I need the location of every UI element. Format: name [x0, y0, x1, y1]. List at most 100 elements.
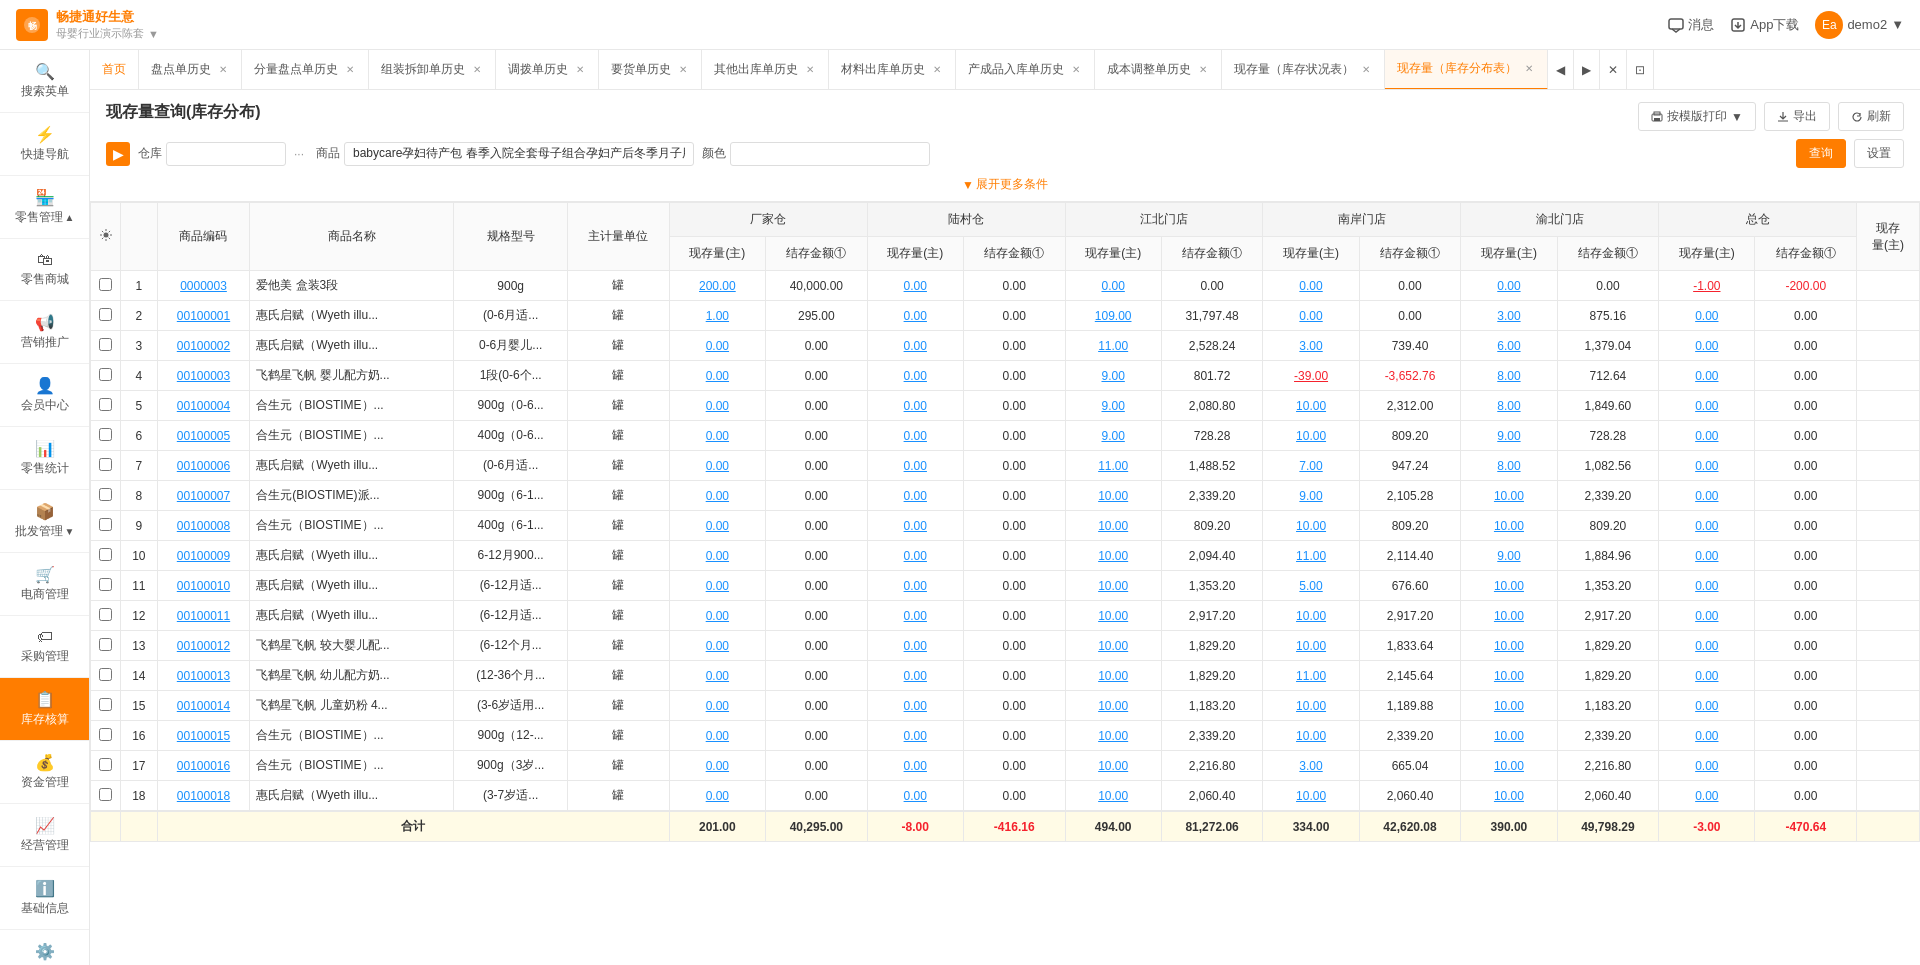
- cell-na-qty[interactable]: 11.00: [1263, 661, 1359, 691]
- cell-lc-qty[interactable]: 0.00: [867, 301, 963, 331]
- cell-checkbox[interactable]: [91, 541, 121, 571]
- cell-lc-qty[interactable]: 0.00: [867, 781, 963, 812]
- cell-na-qty[interactable]: 3.00: [1263, 751, 1359, 781]
- cell-zc-qty[interactable]: 0.00: [1659, 661, 1755, 691]
- cell-na-qty[interactable]: 10.00: [1263, 631, 1359, 661]
- cell-fj-qty[interactable]: 200.00: [669, 271, 765, 301]
- cell-lc-qty[interactable]: 0.00: [867, 601, 963, 631]
- cell-jb-qty[interactable]: 10.00: [1065, 781, 1161, 812]
- cell-yb-qty[interactable]: 8.00: [1461, 391, 1557, 421]
- cell-fj-qty[interactable]: 0.00: [669, 691, 765, 721]
- cell-yb-qty[interactable]: 9.00: [1461, 421, 1557, 451]
- message-btn[interactable]: 消息: [1668, 16, 1714, 34]
- cell-code[interactable]: 00100002: [157, 331, 250, 361]
- cell-fj-qty[interactable]: 0.00: [669, 391, 765, 421]
- cell-checkbox[interactable]: [91, 601, 121, 631]
- cell-lc-qty[interactable]: 0.00: [867, 751, 963, 781]
- tab-material-out-history[interactable]: 材料出库单历史 ✕: [829, 50, 956, 90]
- row-checkbox[interactable]: [99, 578, 112, 591]
- cell-na-qty[interactable]: 10.00: [1263, 691, 1359, 721]
- sidebar-item-finance[interactable]: 💰 资金管理: [0, 741, 89, 804]
- tab-stock-dist[interactable]: 现存量（库存分布表） ✕: [1385, 50, 1548, 90]
- cell-zc-qty[interactable]: 0.00: [1659, 691, 1755, 721]
- cell-jb-qty[interactable]: 9.00: [1065, 361, 1161, 391]
- tab-close-stock-status[interactable]: ✕: [1360, 62, 1372, 77]
- sidebar-item-member[interactable]: 👤 会员中心: [0, 364, 89, 427]
- filter-expand-icon[interactable]: ▶: [106, 142, 130, 166]
- cell-code[interactable]: 00100008: [157, 511, 250, 541]
- cell-code[interactable]: 00100001: [157, 301, 250, 331]
- tab-close-assemble[interactable]: ✕: [471, 62, 483, 77]
- row-checkbox[interactable]: [99, 338, 112, 351]
- export-btn[interactable]: 导出: [1764, 102, 1830, 131]
- sidebar-item-retail-mall[interactable]: 🛍 零售商城: [0, 239, 89, 301]
- cell-code[interactable]: 00100011: [157, 601, 250, 631]
- cell-na-qty[interactable]: 10.00: [1263, 421, 1359, 451]
- cell-zc-qty[interactable]: 0.00: [1659, 511, 1755, 541]
- row-checkbox[interactable]: [99, 278, 112, 291]
- cell-na-qty[interactable]: 9.00: [1263, 481, 1359, 511]
- cell-code[interactable]: 00100009: [157, 541, 250, 571]
- tab-close-product-in[interactable]: ✕: [1070, 62, 1082, 77]
- tab-stock-status[interactable]: 现存量（库存状况表） ✕: [1222, 50, 1385, 90]
- tab-requisition-history[interactable]: 要货单历史 ✕: [599, 50, 702, 90]
- cell-checkbox[interactable]: [91, 271, 121, 301]
- user-menu[interactable]: Ea demo2 ▼: [1815, 11, 1904, 39]
- cell-yb-qty[interactable]: 10.00: [1461, 511, 1557, 541]
- row-checkbox[interactable]: [99, 398, 112, 411]
- cell-na-qty[interactable]: 10.00: [1263, 511, 1359, 541]
- cell-jb-qty[interactable]: 11.00: [1065, 451, 1161, 481]
- cell-fj-qty[interactable]: 0.00: [669, 481, 765, 511]
- app-download-btn[interactable]: App下载: [1730, 16, 1799, 34]
- cell-jb-qty[interactable]: 109.00: [1065, 301, 1161, 331]
- row-checkbox[interactable]: [99, 788, 112, 801]
- cell-zc-qty[interactable]: -1.00: [1659, 271, 1755, 301]
- cell-zc-qty[interactable]: 0.00: [1659, 721, 1755, 751]
- cell-lc-qty[interactable]: 0.00: [867, 421, 963, 451]
- cell-lc-qty[interactable]: 0.00: [867, 631, 963, 661]
- cell-jb-qty[interactable]: 10.00: [1065, 511, 1161, 541]
- cell-yb-qty[interactable]: 10.00: [1461, 481, 1557, 511]
- cell-yb-qty[interactable]: 3.00: [1461, 301, 1557, 331]
- tab-close-stocktake[interactable]: ✕: [217, 62, 229, 77]
- sidebar-item-retail-stats[interactable]: 📊 零售统计: [0, 427, 89, 490]
- cell-yb-qty[interactable]: 10.00: [1461, 571, 1557, 601]
- row-checkbox[interactable]: [99, 428, 112, 441]
- warehouse-dots[interactable]: ···: [290, 147, 308, 161]
- cell-code[interactable]: 0000003: [157, 271, 250, 301]
- cell-yb-qty[interactable]: 0.00: [1461, 271, 1557, 301]
- cell-na-qty[interactable]: 7.00: [1263, 451, 1359, 481]
- tab-other-out-history[interactable]: 其他出库单历史 ✕: [702, 50, 829, 90]
- row-checkbox[interactable]: [99, 698, 112, 711]
- cell-yb-qty[interactable]: 9.00: [1461, 541, 1557, 571]
- cell-code[interactable]: 00100005: [157, 421, 250, 451]
- tab-home[interactable]: 首页: [90, 50, 139, 90]
- cell-jb-qty[interactable]: 10.00: [1065, 571, 1161, 601]
- row-checkbox[interactable]: [99, 308, 112, 321]
- cell-fj-qty[interactable]: 0.00: [669, 451, 765, 481]
- cell-jb-qty[interactable]: 10.00: [1065, 481, 1161, 511]
- cell-lc-qty[interactable]: 0.00: [867, 721, 963, 751]
- tab-close-requisition[interactable]: ✕: [677, 62, 689, 77]
- cell-checkbox[interactable]: [91, 631, 121, 661]
- tab-close-stock-dist[interactable]: ✕: [1523, 61, 1535, 76]
- cell-code[interactable]: 00100003: [157, 361, 250, 391]
- sidebar-item-wholesale[interactable]: 📦 批发管理▼: [0, 490, 89, 553]
- cell-na-qty[interactable]: 10.00: [1263, 601, 1359, 631]
- cell-lc-qty[interactable]: 0.00: [867, 661, 963, 691]
- cell-jb-qty[interactable]: 10.00: [1065, 631, 1161, 661]
- cell-fj-qty[interactable]: 0.00: [669, 421, 765, 451]
- cell-code[interactable]: 00100016: [157, 751, 250, 781]
- cell-checkbox[interactable]: [91, 781, 121, 812]
- row-checkbox[interactable]: [99, 458, 112, 471]
- row-checkbox[interactable]: [99, 488, 112, 501]
- settings-btn[interactable]: 设置: [1854, 139, 1904, 168]
- cell-lc-qty[interactable]: 0.00: [867, 691, 963, 721]
- cell-code[interactable]: 00100010: [157, 571, 250, 601]
- tab-next-btn[interactable]: ▶: [1574, 50, 1600, 90]
- row-checkbox[interactable]: [99, 728, 112, 741]
- print-btn[interactable]: 按模版打印 ▼: [1638, 102, 1756, 131]
- cell-fj-qty[interactable]: 0.00: [669, 661, 765, 691]
- cell-zc-qty[interactable]: 0.00: [1659, 571, 1755, 601]
- row-checkbox[interactable]: [99, 758, 112, 771]
